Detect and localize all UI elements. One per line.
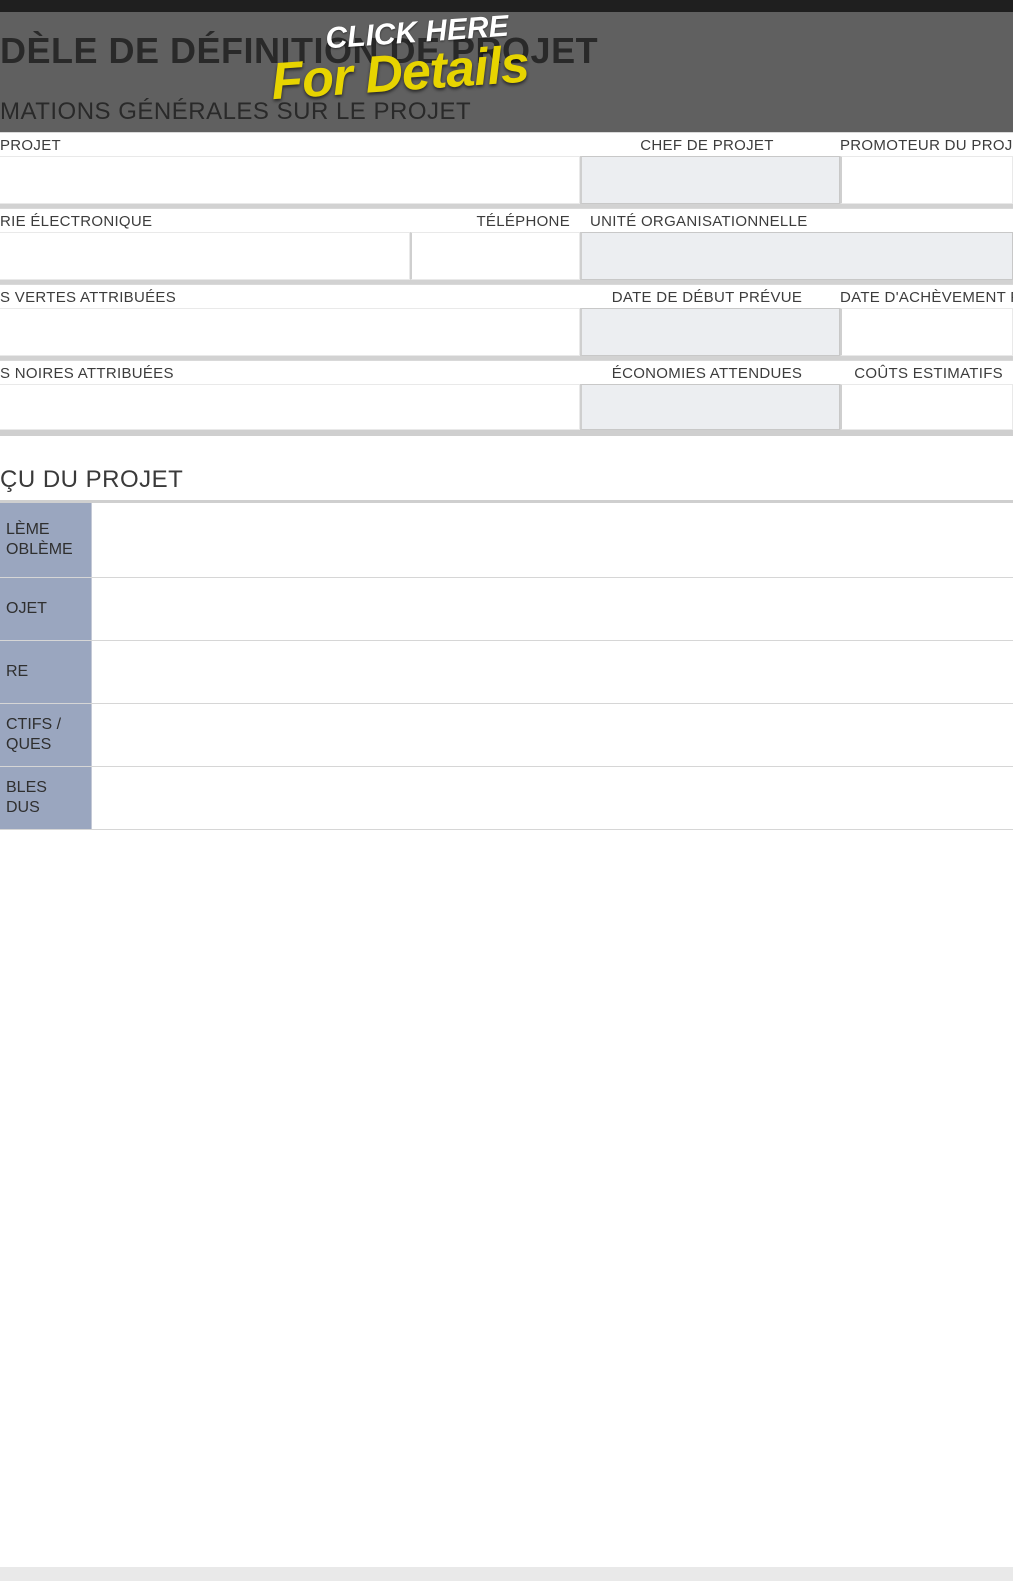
ov-label-problem-l1: LÈME (6, 520, 85, 540)
ov-label-re: RE (0, 641, 92, 703)
label-row-1: PROJET CHEF DE PROJET PROMOTEUR DU PROJE… (0, 132, 1013, 156)
ov-row-re: RE (0, 641, 1013, 704)
label-project-sponsor: PROMOTEUR DU PROJET (840, 133, 1013, 156)
label-project-manager: CHEF DE PROJET (580, 133, 840, 156)
ov-input-metrics[interactable] (92, 704, 1013, 766)
input-start-date[interactable] (580, 308, 840, 356)
label-phone: TÉLÉPHONE (410, 209, 580, 232)
input-row-2 (0, 232, 1013, 284)
project-info-form: PROJET CHEF DE PROJET PROMOTEUR DU PROJE… (0, 132, 1013, 436)
ov-row-problem: LÈME OBLÈME (0, 503, 1013, 578)
label-org-unit: UNITÉ ORGANISATIONNELLE (580, 209, 1013, 232)
input-black-belts[interactable] (0, 384, 580, 430)
input-project-sponsor[interactable] (840, 156, 1013, 204)
label-project: PROJET (0, 133, 580, 156)
label-row-2: RIE ÉLECTRONIQUE TÉLÉPHONE UNITÉ ORGANIS… (0, 208, 1013, 232)
ov-input-problem[interactable] (92, 503, 1013, 577)
ov-label-deliver: BLES DUS (0, 767, 92, 829)
input-end-date[interactable] (840, 308, 1013, 356)
ov-row-metrics: CTIFS / QUES (0, 704, 1013, 767)
ov-label-problem: LÈME OBLÈME (0, 503, 92, 577)
label-expected-savings: ÉCONOMIES ATTENDUES (580, 361, 840, 384)
input-phone[interactable] (410, 232, 580, 280)
footer-bar (0, 1567, 1013, 1581)
label-start-date: DATE DE DÉBUT PRÉVUE (580, 285, 840, 308)
input-project[interactable] (0, 156, 580, 204)
cta-overlay[interactable]: CLICK HERE For Details (307, 11, 530, 106)
input-project-manager[interactable] (580, 156, 840, 204)
label-row-4: S NOIRES ATTRIBUÉES ÉCONOMIES ATTENDUES … (0, 360, 1013, 384)
section2-title: ÇU DU PROJET (0, 436, 1013, 500)
label-email: RIE ÉLECTRONIQUE (0, 209, 410, 232)
banner: DÈLE DE DÉFINITION DE PROJET MATIONS GÉN… (0, 0, 1013, 132)
ov-label-project-l1: OJET (6, 599, 85, 619)
ov-label-metrics-l2: QUES (6, 735, 85, 755)
ov-label-metrics: CTIFS / QUES (0, 704, 92, 766)
label-row-3: S VERTES ATTRIBUÉES DATE DE DÉBUT PRÉVUE… (0, 284, 1013, 308)
ov-label-deliver-l2: DUS (6, 798, 85, 818)
project-overview-table: LÈME OBLÈME OJET RE CTIFS / QUES BLES DU… (0, 500, 1013, 830)
input-green-belts[interactable] (0, 308, 580, 356)
input-row-4 (0, 384, 1013, 436)
ov-row-project: OJET (0, 578, 1013, 641)
input-estimated-costs[interactable] (840, 384, 1013, 430)
input-row-3 (0, 308, 1013, 360)
ov-input-re[interactable] (92, 641, 1013, 703)
label-estimated-costs: COÛTS ESTIMATIFS (840, 361, 1013, 384)
ov-label-project: OJET (0, 578, 92, 640)
ov-input-project[interactable] (92, 578, 1013, 640)
ov-label-problem-l2: OBLÈME (6, 540, 85, 560)
input-org-unit[interactable] (580, 232, 1013, 280)
label-end-date: DATE D'ACHÈVEMENT PRÉVUE (840, 285, 1013, 308)
ov-label-deliver-l1: BLES (6, 778, 85, 798)
input-email[interactable] (0, 232, 410, 280)
ov-row-deliver: BLES DUS (0, 767, 1013, 830)
label-green-belts: S VERTES ATTRIBUÉES (0, 285, 580, 308)
ov-input-deliver[interactable] (92, 767, 1013, 829)
input-row-1 (0, 156, 1013, 208)
label-black-belts: S NOIRES ATTRIBUÉES (0, 361, 580, 384)
input-expected-savings[interactable] (580, 384, 840, 430)
ov-label-metrics-l1: CTIFS / (6, 715, 85, 735)
ov-label-re-l1: RE (6, 662, 85, 682)
